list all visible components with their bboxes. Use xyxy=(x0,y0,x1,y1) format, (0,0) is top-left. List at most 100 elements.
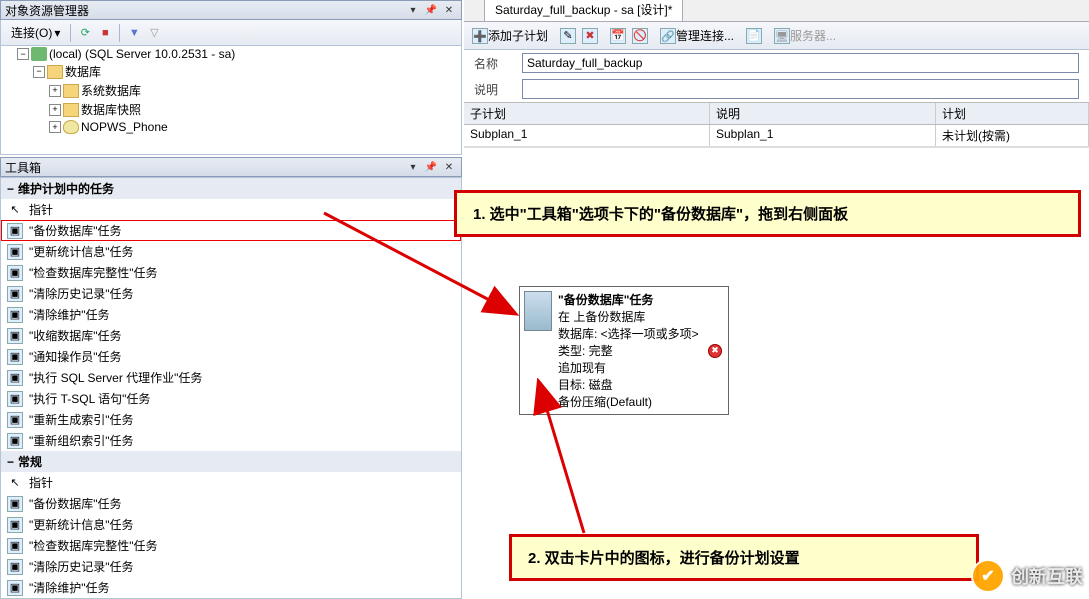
calendar-icon[interactable]: 📅 xyxy=(610,28,626,44)
toolbox-task-item[interactable]: ▣"执行 SQL Server 代理作业"任务 xyxy=(1,367,461,388)
collapse-icon[interactable]: − xyxy=(7,182,14,196)
no-schedule-icon[interactable]: 🚫 xyxy=(632,28,648,44)
toolbox-task-item[interactable]: ▣"更新统计信息"任务 xyxy=(1,241,461,262)
folder-icon xyxy=(47,65,63,79)
filter-clear-icon[interactable]: ▽ xyxy=(146,25,162,41)
pointer-icon: ↖ xyxy=(7,475,23,491)
task-icon: ▣ xyxy=(7,580,23,596)
toolbox-task-item[interactable]: ▣"清除维护"任务 xyxy=(1,304,461,325)
error-icon: ✖ xyxy=(708,344,722,358)
toolbox-task-item[interactable]: ▣"清除维护"任务 xyxy=(1,577,461,598)
task-icon: ▣ xyxy=(7,433,23,449)
toolbox-task-item[interactable]: ▣"清除历史记录"任务 xyxy=(1,283,461,304)
task-card-line: 备份压缩(Default) xyxy=(558,393,724,410)
task-icon: ▣ xyxy=(7,244,23,260)
callout-step-2: 2. 双击卡片中的图标，进行备份计划设置 xyxy=(509,534,979,581)
object-explorer-title: 对象资源管理器 xyxy=(5,2,403,19)
toolbox-task-item[interactable]: ▣"更新统计信息"任务 xyxy=(1,514,461,535)
add-subplan-button[interactable]: ➕添加子计划 xyxy=(472,27,548,45)
toolbox-pointer[interactable]: ↖指针 xyxy=(1,472,461,493)
desc-label: 说明 xyxy=(474,81,514,98)
task-icon: ▣ xyxy=(7,517,23,533)
system-db-node[interactable]: +系统数据库 xyxy=(49,81,461,100)
expand-icon[interactable]: + xyxy=(49,85,61,97)
task-card-icon[interactable] xyxy=(524,291,552,331)
col-description: 说明 xyxy=(710,103,936,124)
log-icon[interactable]: 📄 xyxy=(746,28,762,44)
task-icon: ▣ xyxy=(7,286,23,302)
task-icon: ▣ xyxy=(7,538,23,554)
toolbox-task-item[interactable]: ▣"收缩数据库"任务 xyxy=(1,325,461,346)
toolbox-task-item[interactable]: ▣"执行 T-SQL 语句"任务 xyxy=(1,388,461,409)
task-icon: ▣ xyxy=(7,328,23,344)
watermark: ✔ 创新互联 xyxy=(971,559,1083,593)
dropdown-icon[interactable]: ▾ xyxy=(405,160,421,174)
watermark-logo: ✔ xyxy=(971,559,1005,593)
col-schedule: 计划 xyxy=(936,103,1089,124)
pin-icon[interactable]: 📌 xyxy=(423,3,439,17)
toolbox-task-item[interactable]: ▣"重新生成索引"任务 xyxy=(1,409,461,430)
expand-icon[interactable]: + xyxy=(49,121,61,133)
toolbox-task-item[interactable]: ▣"检查数据库完整性"任务 xyxy=(1,262,461,283)
task-card-line: 追加现有 xyxy=(558,359,724,376)
expand-icon[interactable]: + xyxy=(49,104,61,116)
filter-icon[interactable]: ▼ xyxy=(126,25,142,41)
folder-icon xyxy=(63,84,79,98)
task-icon: ▣ xyxy=(7,559,23,575)
task-icon: ▣ xyxy=(7,370,23,386)
stop-icon[interactable]: ■ xyxy=(97,25,113,41)
collapse-icon[interactable]: − xyxy=(33,66,45,78)
close-icon[interactable]: ✕ xyxy=(441,160,457,174)
snapshot-node[interactable]: +数据库快照 xyxy=(49,100,461,119)
collapse-icon[interactable]: − xyxy=(17,48,29,60)
backup-task-card[interactable]: "备份数据库"任务 在 上备份数据库 数据库: <选择一项或多项> 类型: 完整… xyxy=(519,286,729,415)
user-db-node[interactable]: +NOPWS_Phone xyxy=(49,119,461,135)
name-label: 名称 xyxy=(474,55,514,72)
object-explorer-header: 对象资源管理器 ▾ 📌 ✕ xyxy=(0,0,462,20)
watermark-text: 创新互联 xyxy=(1011,563,1083,589)
servers-button[interactable]: 🖥服务器... xyxy=(774,27,836,45)
tab-strip: Saturday_full_backup - sa [设计]* xyxy=(464,0,1089,22)
folder-icon xyxy=(63,103,79,117)
server-node[interactable]: −(local) (SQL Server 10.0.2531 - sa) xyxy=(17,46,461,62)
subplan-row[interactable]: Subplan_1 Subplan_1 未计划(按需) xyxy=(464,125,1089,147)
delete-icon[interactable]: ✖ xyxy=(582,28,598,44)
callout-step-1: 1. 选中"工具箱"选项卡下的"备份数据库"，拖到右侧面板 xyxy=(454,190,1081,237)
toolbox-category[interactable]: −维护计划中的任务 xyxy=(1,178,461,199)
database-icon xyxy=(63,120,79,134)
design-surface[interactable]: 1. 选中"工具箱"选项卡下的"备份数据库"，拖到右侧面板 "备份数据库"任务 … xyxy=(464,147,1089,577)
object-explorer-toolbar: 连接(O) ▾ ⟳ ■ ▼ ▽ xyxy=(0,20,462,46)
databases-node[interactable]: −数据库 xyxy=(33,62,461,81)
designer-tab[interactable]: Saturday_full_backup - sa [设计]* xyxy=(484,0,683,21)
pointer-icon: ↖ xyxy=(7,202,23,218)
task-icon: ▣ xyxy=(7,412,23,428)
desc-field[interactable] xyxy=(522,79,1079,99)
subplan-grid-header: 子计划 说明 计划 xyxy=(464,102,1089,125)
close-icon[interactable]: ✕ xyxy=(441,3,457,17)
manage-connections-button[interactable]: 🔗管理连接... xyxy=(660,27,734,45)
refresh-icon[interactable]: ⟳ xyxy=(77,25,93,41)
pin-icon[interactable]: 📌 xyxy=(423,160,439,174)
toolbox-category[interactable]: −常规 xyxy=(1,451,461,472)
toolbox-task-item[interactable]: ▣"通知操作员"任务 xyxy=(1,346,461,367)
connect-button[interactable]: 连接(O) ▾ xyxy=(7,22,64,43)
server-icon xyxy=(31,47,47,61)
toolbox-pointer[interactable]: ↖指针 xyxy=(1,199,461,220)
connection-icon: 🔗 xyxy=(660,28,676,44)
add-icon: ➕ xyxy=(472,28,488,44)
toolbox-task-item[interactable]: ▣"检查数据库完整性"任务 xyxy=(1,535,461,556)
dropdown-icon[interactable]: ▾ xyxy=(405,3,421,17)
toolbox-task-item[interactable]: ▣"备份数据库"任务 xyxy=(1,220,461,241)
toolbox-header: 工具箱 ▾ 📌 ✕ xyxy=(0,157,462,177)
edit-icon[interactable]: ✎ xyxy=(560,28,576,44)
name-field[interactable] xyxy=(522,53,1079,73)
task-card-line: 数据库: <选择一项或多项> xyxy=(558,325,724,342)
task-card-line: 目标: 磁盘 xyxy=(558,376,724,393)
collapse-icon[interactable]: − xyxy=(7,455,14,469)
toolbox-title: 工具箱 xyxy=(5,159,403,176)
toolbox-task-item[interactable]: ▣"重新组织索引"任务 xyxy=(1,430,461,451)
toolbox-task-item[interactable]: ▣"清除历史记录"任务 xyxy=(1,556,461,577)
task-icon: ▣ xyxy=(7,349,23,365)
task-icon: ▣ xyxy=(7,265,23,281)
toolbox-task-item[interactable]: ▣"备份数据库"任务 xyxy=(1,493,461,514)
